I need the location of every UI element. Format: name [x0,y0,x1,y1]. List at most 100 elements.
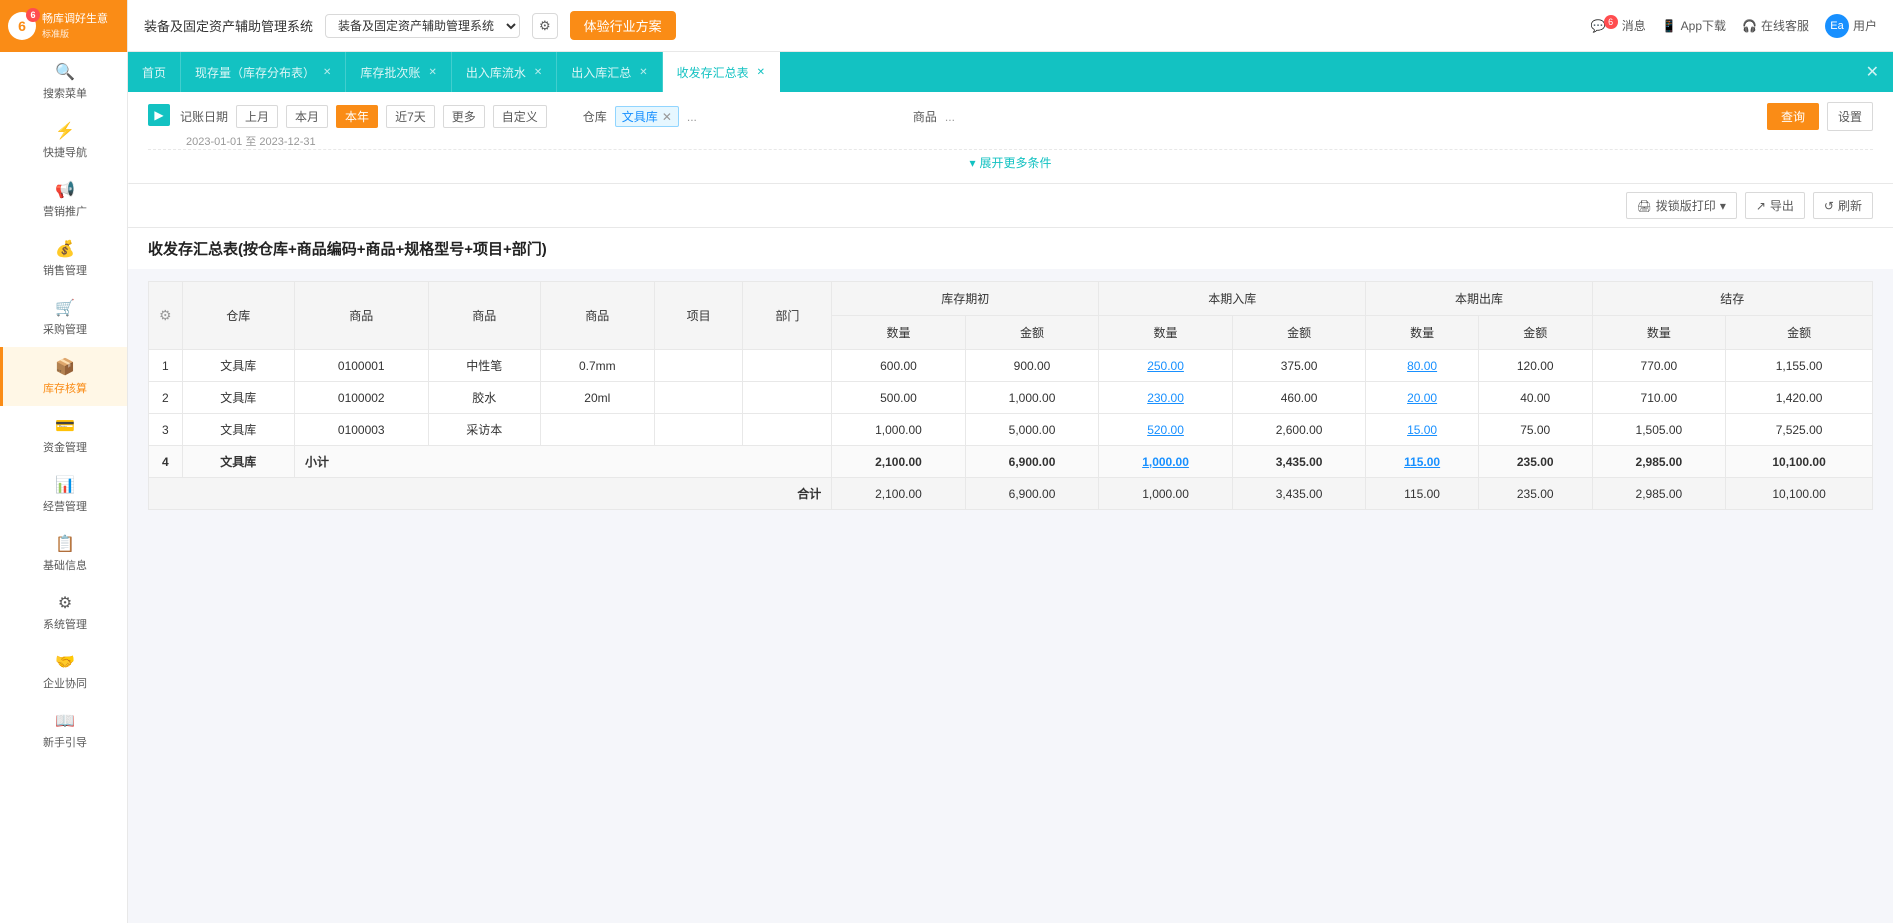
refresh-label: 刷新 [1838,197,1862,214]
row-dept [743,350,832,382]
sidebar-item-label: 新手引导 [43,734,87,750]
total-close-qty: 2,985.00 [1592,478,1726,510]
goods-more[interactable]: ... [945,110,955,124]
expand-more-row[interactable]: ▾ 展开更多条件 [148,149,1873,175]
refresh-button[interactable]: ↺ 刷新 [1813,192,1873,219]
filter-this-year[interactable]: 本年 [336,105,378,128]
row-close-amt: 7,525.00 [1726,414,1873,446]
tab-recv-send-summary-close[interactable]: ✕ [757,67,765,78]
tab-io-flow-close[interactable]: ✕ [534,67,542,78]
sidebar-nav: 🔍 搜索菜单 ⚡ 快捷导航 📢 营销推广 💰 销售管理 🛒 采购管理 📦 库存核… [0,52,127,923]
sidebar-item-marketing[interactable]: 📢 营销推广 [0,170,127,229]
sidebar-item-guide[interactable]: 📖 新手引导 [0,701,127,760]
message-label: 消息 [1622,17,1646,34]
app-download-label: App下载 [1681,17,1726,34]
filter-custom-date[interactable]: 自定义 [493,105,547,128]
filter-last-month[interactable]: 上月 [236,105,278,128]
sidebar-item-label: 销售管理 [43,262,87,278]
total-in-qty: 1,000.00 [1099,478,1233,510]
tab-recv-send-summary[interactable]: 收发存汇总表 ✕ [663,52,780,92]
filter-this-month[interactable]: 本月 [286,105,328,128]
settings-icon[interactable]: ⚙ [159,307,172,323]
tab-io-flow-label: 出入库流水 [466,64,526,81]
row-num: 3 [149,414,183,446]
query-button[interactable]: 查询 [1767,103,1819,130]
filter-more-dates[interactable]: 更多 [443,105,485,128]
table-row: 3 文具库 0100003 采访本 1,000.00 5,000.00 520.… [149,414,1873,446]
flash-icon: ⚡ [55,121,75,141]
tab-inventory-dist-close[interactable]: ✕ [323,67,331,78]
sidebar-item-basic[interactable]: 📋 基础信息 [0,524,127,583]
subtotal-open-amt: 6,900.00 [965,446,1099,478]
tab-io-summary-close[interactable]: ✕ [639,67,647,78]
goods-filter-label: 商品 [913,108,937,125]
logo-icon: 6 6 [8,12,36,40]
sidebar-logo: 6 6 畅库调好生意 标准版 [0,0,127,52]
data-table: ⚙ 仓库 商品 商品 商品 项目 部门 库存期初 本期入库 本期出库 结存 [148,281,1873,510]
col-header-out: 本期出库 [1366,282,1592,316]
col-header-spec: 商品 [540,282,654,350]
sidebar-item-system[interactable]: ⚙ 系统管理 [0,583,127,642]
print-label: 拨锁版打印 [1656,197,1716,214]
row-out-qty[interactable]: 80.00 [1366,350,1478,382]
total-in-amt: 3,435.00 [1232,478,1366,510]
sidebar-item-label: 系统管理 [43,616,87,632]
phone-icon: 📱 [1662,19,1677,33]
subtotal-in-qty: 1,000.00 [1099,446,1233,478]
tab-io-summary[interactable]: 出入库汇总 ✕ [557,52,662,92]
row-in-qty[interactable]: 230.00 [1099,382,1233,414]
page-filter-wrapper: ▶ 记账日期 上月 本月 本年 近7天 更多 自定义 仓库 文具库 [128,92,1893,184]
user-item[interactable]: Ea 用户 [1825,14,1877,38]
sidebar-item-operations[interactable]: 📊 经营管理 [0,465,127,524]
sidebar-item-collab[interactable]: 🤝 企业协同 [0,642,127,701]
warehouse-tag-remove[interactable]: ✕ [662,110,672,124]
row-out-qty[interactable]: 20.00 [1366,382,1478,414]
row-out-qty[interactable]: 15.00 [1366,414,1478,446]
row-out-amt: 40.00 [1478,382,1592,414]
filter-last-7days[interactable]: 近7天 [386,105,435,128]
row-close-qty: 1,505.00 [1592,414,1726,446]
sidebar-item-search[interactable]: 🔍 搜索菜单 [0,52,127,111]
row-in-qty[interactable]: 250.00 [1099,350,1233,382]
refresh-icon: ↺ [1824,199,1834,213]
row-close-qty: 710.00 [1592,382,1726,414]
sidebar-item-purchase[interactable]: 🛒 采购管理 [0,288,127,347]
export-button[interactable]: ↗ 导出 [1745,192,1805,219]
settings-button[interactable]: 设置 [1827,102,1873,131]
sidebar-item-quick-nav[interactable]: ⚡ 快捷导航 [0,111,127,170]
row-code: 0100002 [294,382,428,414]
total-label: 合计 [149,478,832,510]
tab-bar-close-all[interactable]: ✕ [1852,52,1893,92]
sidebar-item-inventory[interactable]: 📦 库存核算 [0,347,127,406]
col-header-close-amt: 金额 [1726,316,1873,350]
row-spec: 0.7mm [540,350,654,382]
sidebar-item-label: 库存核算 [43,380,87,396]
tab-batch-ledger-close[interactable]: ✕ [428,67,436,78]
row-num: 2 [149,382,183,414]
experience-button[interactable]: 体验行业方案 [570,11,676,40]
sidebar-item-sales[interactable]: 💰 销售管理 [0,229,127,288]
tab-inventory-dist[interactable]: 现存量（库存分布表） ✕ [181,52,346,92]
app-download-item[interactable]: 📱 App下载 [1662,17,1726,34]
print-button[interactable]: 🖨 拨锁版打印 ▾ [1626,192,1737,219]
subtotal-close-qty: 2,985.00 [1592,446,1726,478]
warehouse-more[interactable]: ... [687,110,697,124]
gear-settings-button[interactable]: ⚙ [532,13,558,39]
online-service-item[interactable]: 🎧 在线客服 [1742,17,1809,34]
table-settings-header[interactable]: ⚙ [149,282,183,350]
row-project [654,382,743,414]
row-in-qty[interactable]: 520.00 [1099,414,1233,446]
subtotal-warehouse: 文具库 [182,446,294,478]
subtotal-label: 小计 [294,446,831,478]
message-item[interactable]: 💬 6 消息 [1591,17,1646,34]
tab-home[interactable]: 首页 [128,52,181,92]
sidebar-item-finance[interactable]: 💳 资金管理 [0,406,127,465]
col-header-code: 商品 [294,282,428,350]
filter-arrow-button[interactable]: ▶ [148,104,170,126]
tab-batch-ledger-label: 库存批次账 [360,64,420,81]
online-service-label: 在线客服 [1761,17,1809,34]
filter-row: 记账日期 上月 本月 本年 近7天 更多 自定义 仓库 文具库 ✕ ... [180,102,1873,131]
tab-batch-ledger[interactable]: 库存批次账 ✕ [346,52,451,92]
tab-io-flow[interactable]: 出入库流水 ✕ [452,52,557,92]
system-selector[interactable]: 装备及固定资产辅助管理系统 [325,14,520,38]
